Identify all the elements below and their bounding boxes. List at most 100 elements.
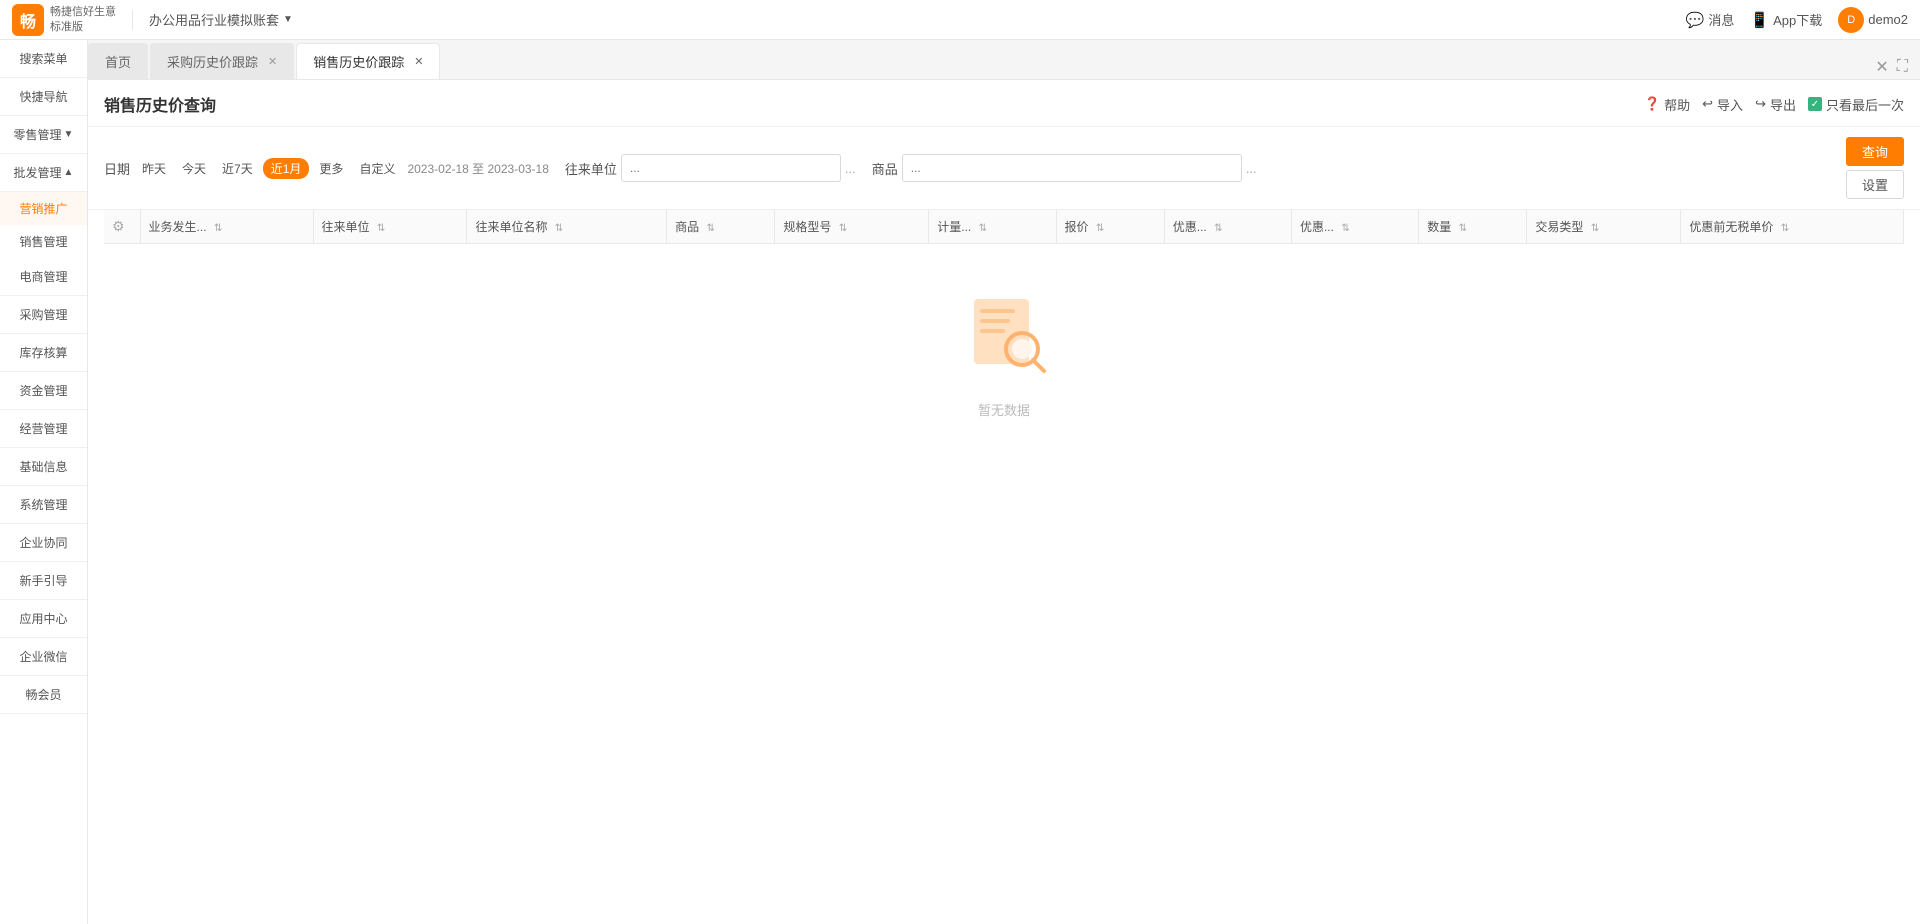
- sort-icon: ⇅: [1214, 223, 1222, 234]
- query-button[interactable]: 查询: [1846, 137, 1904, 166]
- sidebar-item-apps[interactable]: 应用中心: [0, 600, 87, 638]
- col-unit[interactable]: 计量... ⇅: [929, 210, 1056, 244]
- sidebar-item-system[interactable]: 系统管理: [0, 486, 87, 524]
- partner-input[interactable]: [621, 154, 841, 182]
- partner-label: 往来单位: [565, 159, 617, 178]
- sidebar-item-purchase[interactable]: 采购管理: [0, 296, 87, 334]
- goods-more-icon[interactable]: ...: [1246, 161, 1257, 176]
- tab-maximize-icon[interactable]: ⛶: [1897, 58, 1908, 76]
- settings-button[interactable]: 设置: [1846, 170, 1904, 199]
- sidebar-item-sales-mgmt[interactable]: 销售管理: [0, 225, 87, 258]
- date-btn-custom[interactable]: 自定义: [353, 158, 401, 179]
- sort-icon: ⇅: [839, 223, 847, 234]
- sidebar: 搜索菜单 快捷导航 零售管理 ▼ 批发管理 ▲ 营销推广 销售管理 电商管理 采…: [0, 40, 88, 924]
- col-discount2[interactable]: 优惠... ⇅: [1291, 210, 1418, 244]
- sidebar-item-ops[interactable]: 经营管理: [0, 410, 87, 448]
- col-partner[interactable]: 往来单位 ⇅: [313, 210, 467, 244]
- col-price[interactable]: 报价 ⇅: [1056, 210, 1164, 244]
- divider: [132, 10, 133, 30]
- page-header: 销售历史价查询 ❓ 帮助 ↩ 导入 ↪ 导出 ✓: [88, 80, 1920, 127]
- top-bar: 畅 畅捷信好生意 标准版 办公用品行业模拟账套 ▼ 💬 消息 📱 App下载 D…: [0, 0, 1920, 40]
- tab-sales[interactable]: 销售历史价跟踪 ✕: [296, 43, 440, 79]
- goods-filter-group: 商品 ...: [872, 154, 1257, 182]
- sidebar-item-search[interactable]: 搜索菜单: [0, 40, 87, 78]
- content-area: 首页 采购历史价跟踪 ✕ 销售历史价跟踪 ✕ ✕ ⛶ 销售历史价查询: [88, 40, 1920, 924]
- sort-icon: ⇅: [1341, 223, 1349, 234]
- date-btn-today[interactable]: 今天: [176, 158, 212, 179]
- col-discount1[interactable]: 优惠... ⇅: [1164, 210, 1291, 244]
- col-goods[interactable]: 商品 ⇅: [667, 210, 775, 244]
- sidebar-item-marketing[interactable]: 营销推广: [0, 192, 87, 225]
- show-last-checkbox-group[interactable]: ✓ 只看最后一次: [1808, 95, 1904, 114]
- sidebar-item-wechat[interactable]: 企业微信: [0, 638, 87, 676]
- data-table: ⚙ 业务发生... ⇅ 往来单位 ⇅ 往来单位名称: [104, 210, 1904, 244]
- import-icon: ↩: [1702, 96, 1713, 112]
- date-btn-1month[interactable]: 近1月: [263, 158, 310, 179]
- chevron-up-icon: ▲: [64, 167, 74, 178]
- help-button[interactable]: ❓ 帮助: [1644, 95, 1690, 114]
- col-spec[interactable]: 规格型号 ⇅: [775, 210, 929, 244]
- col-pretax-price[interactable]: 优惠前无税单价 ⇅: [1681, 210, 1904, 244]
- help-icon: ❓: [1644, 96, 1660, 112]
- partner-more-icon[interactable]: ...: [845, 161, 856, 176]
- avatar: D: [1838, 7, 1864, 33]
- date-range-display: 2023-02-18 至 2023-03-18: [407, 160, 548, 177]
- sidebar-item-corp[interactable]: 企业协同: [0, 524, 87, 562]
- query-buttons: 查询 设置: [1846, 137, 1904, 199]
- sidebar-item-inventory[interactable]: 库存核算: [0, 334, 87, 372]
- page-content: 销售历史价查询 ❓ 帮助 ↩ 导入 ↪ 导出 ✓: [88, 80, 1920, 924]
- import-button[interactable]: ↩ 导入: [1702, 95, 1743, 114]
- tab-close-all-icon[interactable]: ✕: [1875, 57, 1888, 77]
- page-title: 销售历史价查询: [104, 92, 216, 116]
- table-header-row: ⚙ 业务发生... ⇅ 往来单位 ⇅ 往来单位名称: [104, 210, 1904, 244]
- message-icon: 💬: [1686, 11, 1705, 29]
- logo-area: 畅 畅捷信好生意 标准版: [12, 4, 116, 36]
- top-bar-right: 💬 消息 📱 App下载 D demo2: [1686, 7, 1908, 33]
- col-trade-type[interactable]: 交易类型 ⇅: [1527, 210, 1681, 244]
- date-buttons: 昨天 今天 近7天 近1月 更多 自定义: [136, 158, 401, 179]
- goods-label: 商品: [872, 159, 898, 178]
- app-icon: 📱: [1750, 11, 1769, 29]
- tab-purchase-close[interactable]: ✕: [268, 55, 277, 68]
- col-biz-date[interactable]: 业务发生... ⇅: [140, 210, 313, 244]
- logo-icon: 畅: [12, 4, 44, 36]
- date-btn-7days[interactable]: 近7天: [216, 158, 259, 179]
- sort-icon: ⇅: [1781, 223, 1789, 234]
- date-btn-more[interactable]: 更多: [313, 158, 349, 179]
- chevron-down-icon: ▼: [64, 129, 74, 140]
- export-button[interactable]: ↪ 导出: [1755, 95, 1796, 114]
- date-btn-yesterday[interactable]: 昨天: [136, 158, 172, 179]
- sidebar-item-basic[interactable]: 基础信息: [0, 448, 87, 486]
- sort-icon: ⇅: [1096, 223, 1104, 234]
- message-btn[interactable]: 💬 消息: [1686, 10, 1735, 29]
- sidebar-item-guide[interactable]: 新手引导: [0, 562, 87, 600]
- filter-area: 日期 昨天 今天 近7天 近1月 更多 自定义 2023-02-18 至 202…: [88, 127, 1920, 210]
- sidebar-item-finance[interactable]: 资金管理: [0, 372, 87, 410]
- chevron-down-icon: ▼: [283, 14, 293, 25]
- col-partner-name[interactable]: 往来单位名称 ⇅: [467, 210, 667, 244]
- partner-filter-group: 往来单位 ...: [565, 154, 856, 182]
- user-menu[interactable]: D demo2: [1838, 7, 1908, 33]
- show-last-checkbox[interactable]: ✓: [1808, 97, 1822, 111]
- tab-sales-close[interactable]: ✕: [414, 55, 423, 68]
- account-selector[interactable]: 办公用品行业模拟账套 ▼: [149, 10, 293, 29]
- sidebar-item-quick[interactable]: 快捷导航: [0, 78, 87, 116]
- sort-icon: ⇅: [1591, 223, 1599, 234]
- tab-home[interactable]: 首页: [88, 43, 148, 79]
- empty-state: 暂无数据: [104, 244, 1904, 459]
- col-gear[interactable]: ⚙: [104, 210, 140, 244]
- sidebar-item-ecom[interactable]: 电商管理: [0, 258, 87, 296]
- sidebar-item-member[interactable]: 畅会员: [0, 676, 87, 714]
- top-bar-left: 畅 畅捷信好生意 标准版 办公用品行业模拟账套 ▼: [12, 4, 293, 36]
- sidebar-item-wholesale[interactable]: 批发管理 ▲: [0, 154, 87, 192]
- tab-extra-buttons: ✕ ⛶: [1875, 57, 1920, 79]
- sort-icon: ⇅: [555, 223, 563, 234]
- sort-icon: ⇅: [707, 223, 715, 234]
- tab-purchase[interactable]: 采购历史价跟踪 ✕: [150, 43, 294, 79]
- empty-icon: [954, 284, 1054, 384]
- app-download-btn[interactable]: 📱 App下载: [1750, 10, 1822, 29]
- sidebar-item-retail[interactable]: 零售管理 ▼: [0, 116, 87, 154]
- goods-input[interactable]: [902, 154, 1242, 182]
- col-quantity[interactable]: 数量 ⇅: [1419, 210, 1527, 244]
- date-label: 日期: [104, 159, 130, 178]
